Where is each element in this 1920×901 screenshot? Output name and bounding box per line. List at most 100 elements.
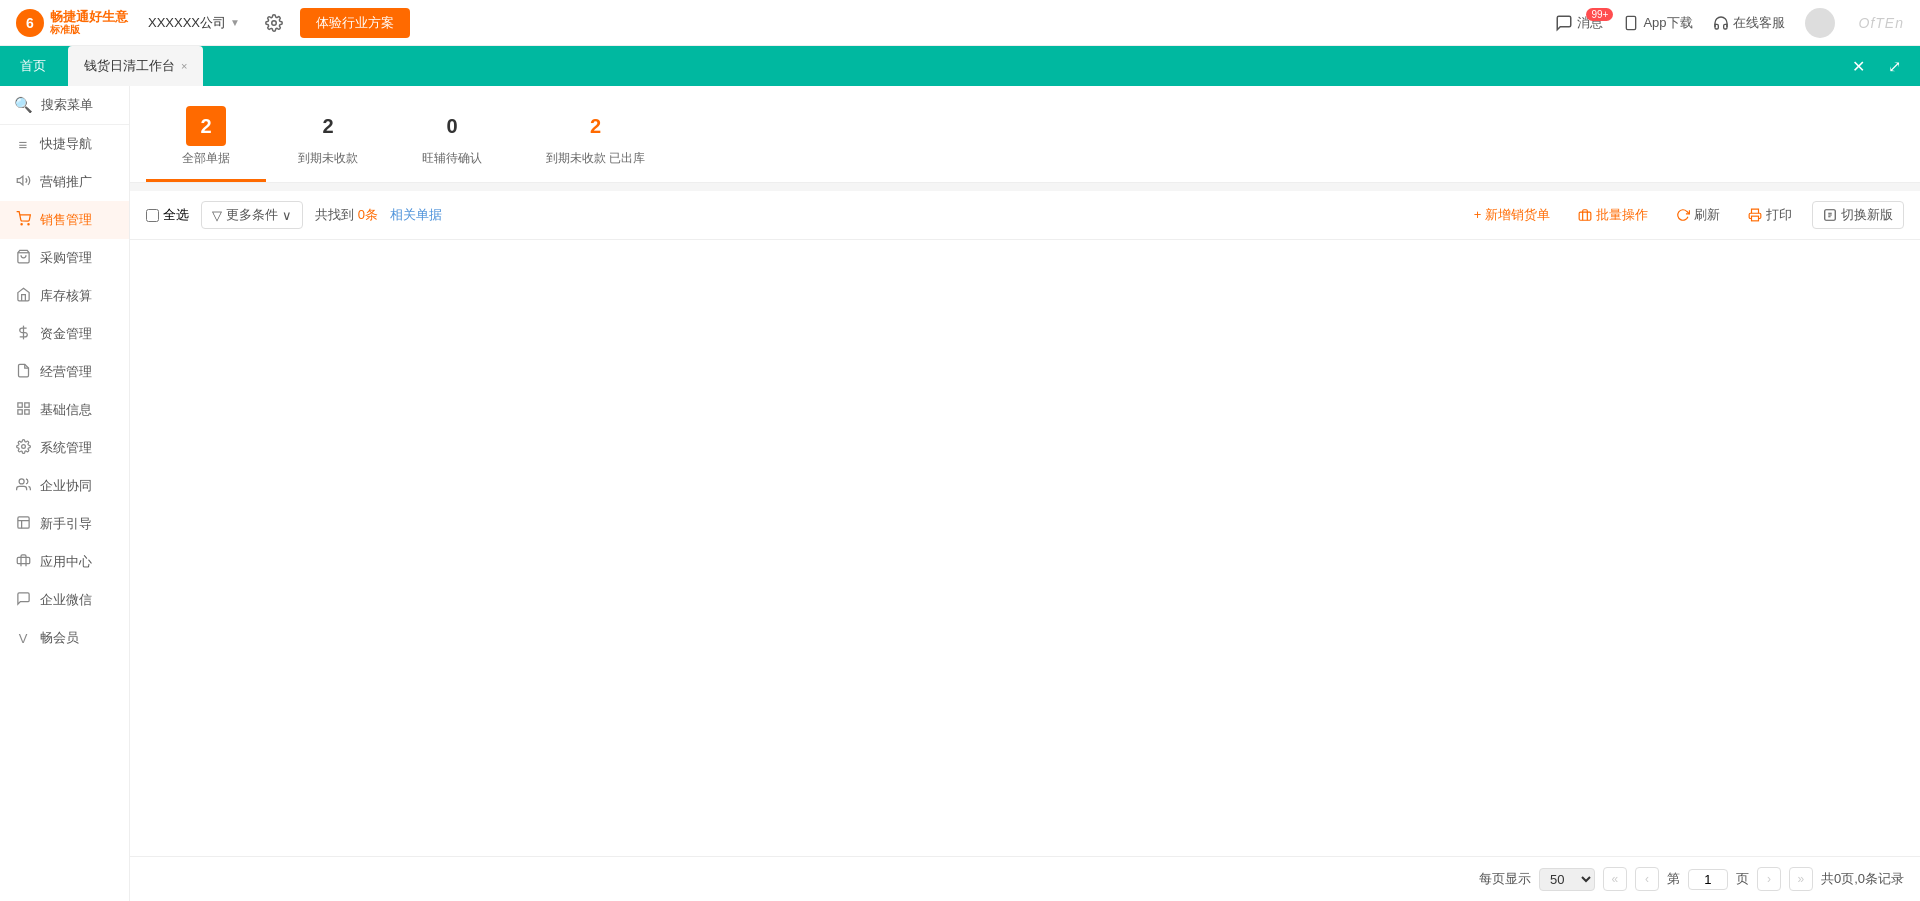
filter-button[interactable]: ▽ 更多条件 ∨ [201,201,303,229]
sidebar: 🔍 搜索菜单 ≡ 快捷导航 营销推广 销售管理 采购管理 [0,86,130,901]
svg-rect-8 [17,403,21,407]
inventory-icon [14,287,32,305]
stat-tab-shipped[interactable]: 2 到期未收款 已出库 [514,98,677,182]
quicknav-icon: ≡ [14,136,32,153]
sales-icon [14,211,32,229]
sidebar-item-member[interactable]: V 畅会员 [0,619,129,657]
related-orders-link[interactable]: 相关单据 [390,206,442,224]
search-icon: 🔍 [14,96,33,114]
switch-version-button[interactable]: 切换新版 [1812,201,1904,229]
first-page-button[interactable]: « [1603,867,1627,891]
stat-num-box-all: 2 [186,106,226,146]
per-page-select[interactable]: 50 100 [1539,868,1595,891]
member-icon: V [14,631,32,646]
app-download-button[interactable]: App下载 [1623,14,1692,32]
home-tab[interactable]: 首页 [0,46,66,86]
sidebar-item-wechat[interactable]: 企业微信 [0,581,129,619]
marketing-icon [14,173,32,191]
header-right: 消息 99+ App下载 在线客服 OfTEn [1555,8,1904,38]
guide-icon [14,515,32,533]
sidebar-item-system[interactable]: 系统管理 [0,429,129,467]
finance-icon [14,325,32,343]
svg-rect-18 [1752,216,1759,221]
experience-button[interactable]: 体验行业方案 [300,8,410,38]
add-order-button[interactable]: + 新增销货单 [1466,202,1558,228]
purchase-icon [14,249,32,267]
stat-tab-pending[interactable]: 0 旺辅待确认 [390,98,514,182]
close-window-button[interactable]: ✕ [1844,52,1872,80]
filter-icon: ▽ [212,208,222,223]
close-tab-icon[interactable]: × [181,60,187,72]
top-header: 6 畅捷通好生意 标准版 XXXXXX公司 ▼ 体验行业方案 消息 99+ [0,0,1920,46]
sidebar-item-enterprise[interactable]: 企业协同 [0,467,129,505]
often-text: OfTEn [1859,15,1904,31]
logo-title: 畅捷通好生意 [50,9,128,25]
svg-point-0 [272,20,277,25]
filter-chevron-icon: ∨ [282,208,292,223]
operations-icon [14,363,32,381]
batch-label: 批量操作 [1596,206,1648,224]
content-area: 2 全部单据 2 到期未收款 0 旺辅待确认 2 到期未收款 已出 [130,86,1920,901]
basicinfo-icon [14,401,32,419]
page-label: 第 [1667,870,1680,888]
tab-bar: 首页 钱货日清工作台 × ✕ ⤢ [0,46,1920,86]
logo-sub: 标准版 [50,24,128,36]
select-all-checkbox[interactable]: 全选 [146,206,189,224]
sidebar-item-marketing[interactable]: 营销推广 [0,163,129,201]
user-avatar [1805,8,1835,38]
stats-tabs: 2 全部单据 2 到期未收款 0 旺辅待确认 2 到期未收款 已出 [130,86,1920,183]
print-button[interactable]: 打印 [1740,202,1800,228]
sidebar-item-guide[interactable]: 新手引导 [0,505,129,543]
avatar-area[interactable] [1805,8,1839,38]
stat-tab-all[interactable]: 2 全部单据 [146,98,266,182]
stat-num-overdue: 2 [322,115,333,138]
svg-rect-11 [17,410,21,414]
select-all-input[interactable] [146,209,159,222]
message-badge: 99+ [1586,8,1613,21]
sidebar-label-enterprise: 企业协同 [40,477,92,495]
prev-page-button[interactable]: ‹ [1635,867,1659,891]
online-service-label: 在线客服 [1733,14,1785,32]
sidebar-item-purchase[interactable]: 采购管理 [0,239,129,277]
stat-num-all: 2 [200,115,211,138]
batch-button[interactable]: 批量操作 [1570,202,1656,228]
last-page-button[interactable]: » [1789,867,1813,891]
logo-icon: 6 [16,9,44,37]
refresh-button[interactable]: 刷新 [1668,202,1728,228]
sidebar-item-quicknav[interactable]: ≡ 快捷导航 [0,125,129,163]
wechat-icon [14,591,32,609]
restore-window-button[interactable]: ⤢ [1880,52,1908,80]
stat-tab-overdue[interactable]: 2 到期未收款 [266,98,390,182]
sidebar-search[interactable]: 🔍 搜索菜单 [0,86,129,125]
next-page-button[interactable]: › [1757,867,1781,891]
per-page-label: 每页显示 [1479,870,1531,888]
sidebar-label-purchase: 采购管理 [40,249,92,267]
sidebar-item-appcenter[interactable]: 应用中心 [0,543,129,581]
sidebar-item-finance[interactable]: 资金管理 [0,315,129,353]
sidebar-label-operations: 经营管理 [40,363,92,381]
table-area [130,240,1920,856]
page-label-2: 页 [1736,870,1749,888]
svg-point-13 [19,479,24,484]
sidebar-item-sales[interactable]: 销售管理 [0,201,129,239]
company-selector[interactable]: XXXXXX公司 ▼ [140,10,248,36]
sidebar-label-appcenter: 应用中心 [40,553,92,571]
sidebar-item-operations[interactable]: 经营管理 [0,353,129,391]
header-left: 6 畅捷通好生意 标准版 XXXXXX公司 ▼ 体验行业方案 [16,8,410,38]
page-input[interactable] [1688,869,1728,890]
print-label: 打印 [1766,206,1792,224]
toolbar-right: + 新增销货单 批量操作 刷新 打印 切换新版 [1466,201,1904,229]
stat-label-all: 全部单据 [182,150,230,167]
svg-point-5 [27,224,28,225]
sidebar-label-guide: 新手引导 [40,515,92,533]
system-icon [14,439,32,457]
settings-button[interactable] [260,9,288,37]
sidebar-item-basicinfo[interactable]: 基础信息 [0,391,129,429]
sidebar-label-marketing: 营销推广 [40,173,92,191]
sidebar-item-inventory[interactable]: 库存核算 [0,277,129,315]
workbench-tab[interactable]: 钱货日清工作台 × [68,46,203,86]
message-button[interactable]: 消息 99+ [1555,14,1603,32]
tab-bar-actions: ✕ ⤢ [1844,52,1920,80]
online-service-button[interactable]: 在线客服 [1713,14,1785,32]
svg-rect-9 [24,403,28,407]
